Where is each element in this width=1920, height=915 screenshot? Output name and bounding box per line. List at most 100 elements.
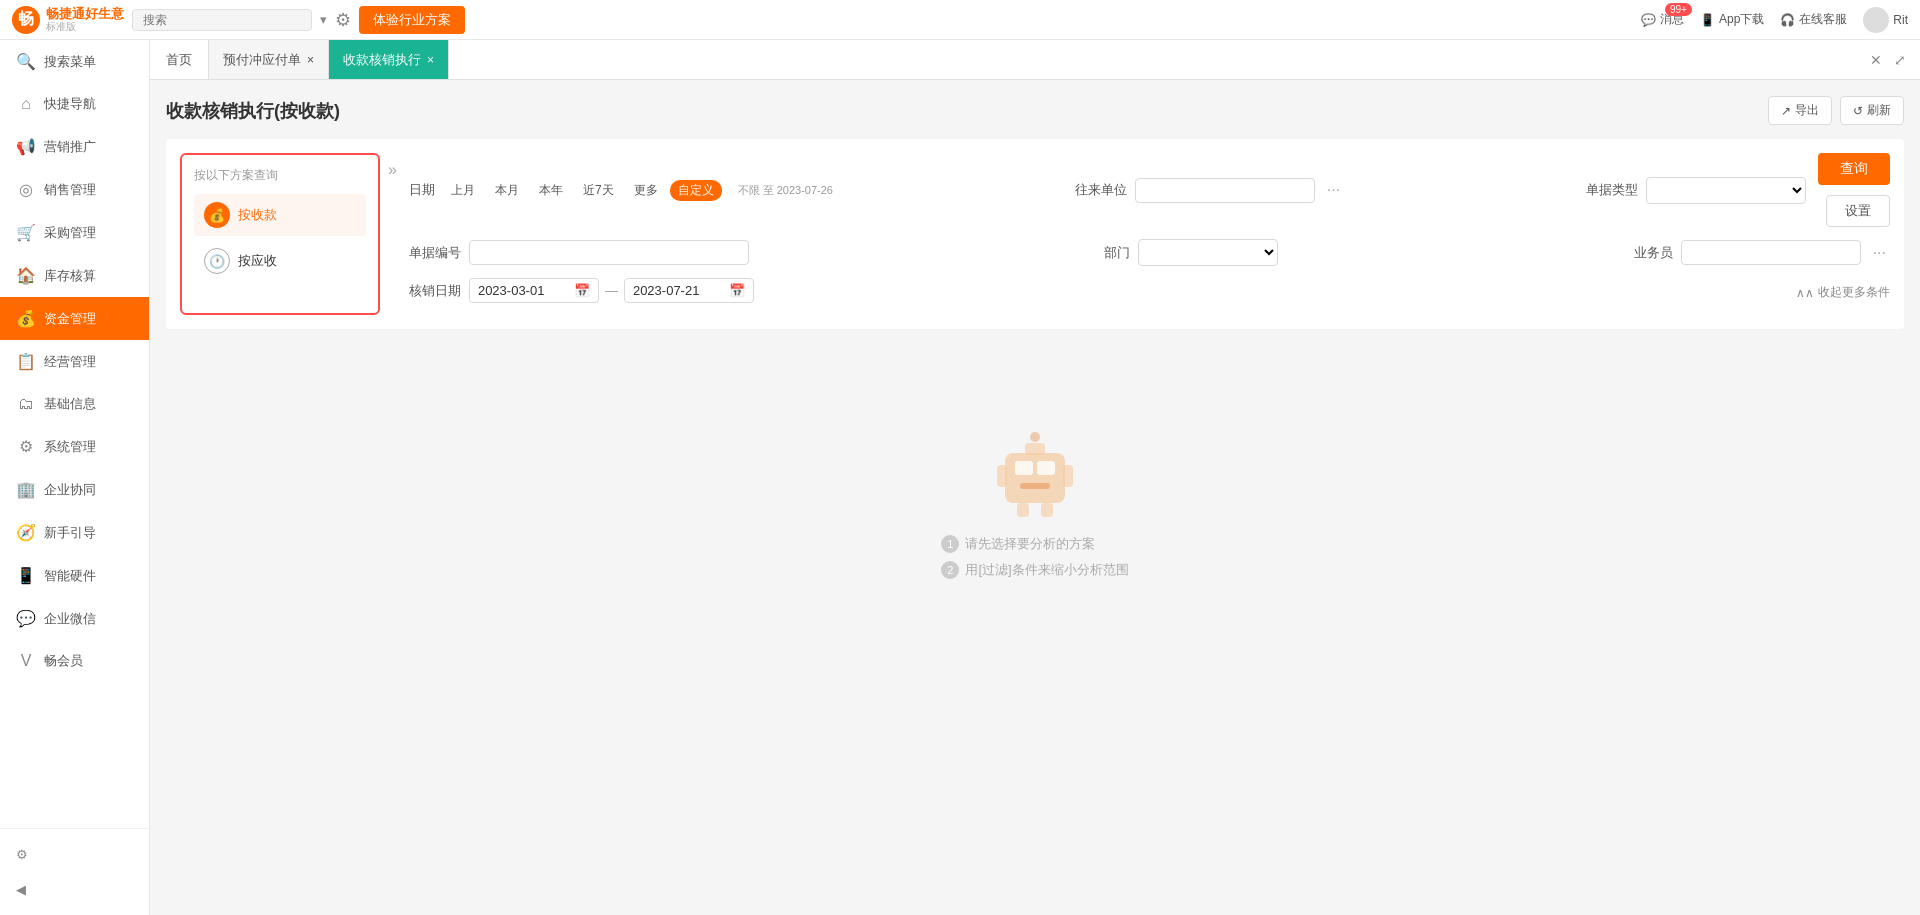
filter-collapse-left-btn[interactable]: » (388, 161, 397, 179)
tab-close-btn[interactable]: ✕ (1866, 48, 1886, 72)
counterpart-ellipsis[interactable]: ··· (1323, 181, 1344, 199)
verify-date-range: 2023-03-01 📅 — 2023-07-21 📅 (469, 278, 754, 303)
dept-field: 部门 (1104, 239, 1278, 266)
tip-num-1: 1 (941, 535, 959, 553)
dropdown-icon[interactable]: ▾ (320, 12, 327, 27)
sales-icon: ◎ (16, 180, 36, 199)
svg-rect-2 (1037, 461, 1055, 475)
doc-type-select[interactable] (1646, 177, 1806, 204)
salesperson-field: 业务员 ··· (1634, 240, 1890, 265)
user-area[interactable]: Rit (1863, 7, 1908, 33)
date-shortcuts: 上月 本月 本年 近7天 更多 自定义 (443, 180, 722, 201)
sidebar-label-member: 畅会员 (44, 652, 83, 670)
filter-option-receipt[interactable]: 💰 按收款 (194, 194, 366, 236)
filter-panel: 按以下方案查询 💰 按收款 🕐 按应收 » (166, 139, 1904, 329)
date-last-month[interactable]: 上月 (443, 180, 483, 201)
filter-option-receivable[interactable]: 🕐 按应收 (194, 240, 366, 282)
sidebar-item-wechat[interactable]: 💬 企业微信 (0, 597, 149, 640)
svg-rect-5 (1063, 465, 1073, 487)
verify-date-from[interactable]: 2023-03-01 📅 (469, 278, 599, 303)
search-input[interactable] (132, 9, 312, 31)
sidebar-settings-btn[interactable]: ⚙ (0, 837, 149, 872)
sidebar-label-base-info: 基础信息 (44, 395, 96, 413)
sidebar-item-system[interactable]: ⚙ 系统管理 (0, 425, 149, 468)
page-header: 收款核销执行(按收款) ↗ 导出 ↺ 刷新 (166, 96, 1904, 125)
sidebar-item-quick-nav[interactable]: ⌂ 快捷导航 (0, 83, 149, 125)
filter-row-3: 核销日期 2023-03-01 📅 — 2023-07-21 📅 (409, 278, 1890, 303)
date-hint: 不限 至 2023-07-26 (738, 183, 833, 198)
collapse-more-btn[interactable]: ∧∧ 收起更多条件 (1796, 284, 1890, 301)
date-this-month[interactable]: 本月 (487, 180, 527, 201)
sidebar-label-inventory: 库存核算 (44, 267, 96, 285)
sidebar-item-purchase[interactable]: 🛒 采购管理 (0, 211, 149, 254)
dept-select[interactable] (1138, 239, 1278, 266)
sidebar-label-finance: 资金管理 (44, 310, 96, 328)
tab-actions: ✕ ⤢ (1856, 48, 1920, 72)
export-button[interactable]: ↗ 导出 (1768, 96, 1832, 125)
guide-icon: 🧭 (16, 523, 36, 542)
date-more[interactable]: 更多 (626, 180, 666, 201)
sidebar-item-guide[interactable]: 🧭 新手引导 (0, 511, 149, 554)
sidebar-bottom: ⚙ ◀ (0, 828, 149, 915)
inventory-icon: 🏠 (16, 266, 36, 285)
sidebar-label-search: 搜索菜单 (44, 53, 96, 71)
doc-no-input[interactable] (469, 240, 749, 265)
date-7days[interactable]: 近7天 (575, 180, 622, 201)
sidebar-label-guide: 新手引导 (44, 524, 96, 542)
salesperson-input[interactable] (1681, 240, 1861, 265)
doc-no-label: 单据编号 (409, 244, 461, 262)
counterpart-label: 往来单位 (1075, 181, 1127, 199)
tab-prepay[interactable]: 预付冲应付单 × (209, 40, 329, 79)
tab-prepay-close[interactable]: × (307, 53, 314, 67)
query-button[interactable]: 查询 (1818, 153, 1890, 185)
sidebar-item-enterprise[interactable]: 🏢 企业协同 (0, 468, 149, 511)
tab-bar: 首页 预付冲应付单 × 收款核销执行 × ✕ ⤢ (150, 40, 1920, 80)
date-field: 日期 上月 本月 本年 近7天 更多 自定义 (409, 180, 722, 201)
date-this-year[interactable]: 本年 (531, 180, 571, 201)
query-btn-group: 查询 设置 (1818, 153, 1890, 227)
app-download-btn[interactable]: 📱 App下载 (1700, 11, 1764, 28)
sidebar-item-sales[interactable]: ◎ 销售管理 (0, 168, 149, 211)
sidebar-item-operation[interactable]: 📋 经营管理 (0, 340, 149, 383)
doc-type-label: 单据类型 (1586, 181, 1638, 199)
sidebar-label-quick-nav: 快捷导航 (44, 95, 96, 113)
gear-icon[interactable]: ⚙ (335, 9, 351, 31)
service-icon: 🎧 (1780, 13, 1795, 27)
tip-num-2: 2 (941, 561, 959, 579)
empty-illustration (975, 423, 1095, 523)
service-btn[interactable]: 🎧 在线客服 (1780, 11, 1847, 28)
sidebar-item-member[interactable]: V 畅会员 (0, 640, 149, 682)
sidebar-item-marketing[interactable]: 📢 营销推广 (0, 125, 149, 168)
tab-home[interactable]: 首页 (150, 40, 209, 79)
sidebar-item-hardware[interactable]: 📱 智能硬件 (0, 554, 149, 597)
tab-expand-btn[interactable]: ⤢ (1890, 48, 1910, 72)
enterprise-icon: 🏢 (16, 480, 36, 499)
tip-text-1: 请先选择要分析的方案 (965, 535, 1095, 553)
filter-option-receipt-label: 按收款 (238, 206, 277, 224)
dept-label: 部门 (1104, 244, 1130, 262)
collapse-icon: ◀ (16, 882, 26, 897)
sidebar-label-system: 系统管理 (44, 438, 96, 456)
counterpart-input[interactable] (1135, 178, 1315, 203)
tab-collection-close[interactable]: × (427, 53, 434, 67)
sidebar-item-search[interactable]: 🔍 搜索菜单 (0, 40, 149, 83)
sidebar-collapse-btn[interactable]: ◀ (0, 872, 149, 907)
avatar (1863, 7, 1889, 33)
verify-date-label: 核销日期 (409, 282, 461, 300)
message-btn[interactable]: 💬 消息 99+ (1641, 11, 1684, 28)
tab-collection[interactable]: 收款核销执行 × (329, 40, 449, 79)
sidebar-item-inventory[interactable]: 🏠 库存核算 (0, 254, 149, 297)
industry-button[interactable]: 体验行业方案 (359, 6, 465, 34)
sidebar-item-finance[interactable]: 💰 资金管理 (0, 297, 149, 340)
sidebar-label-marketing: 营销推广 (44, 138, 96, 156)
purchase-icon: 🛒 (16, 223, 36, 242)
verify-date-to[interactable]: 2023-07-21 📅 (624, 278, 754, 303)
brand-name: 畅捷通好生意 (46, 6, 124, 22)
set-button[interactable]: 设置 (1826, 195, 1890, 227)
date-custom[interactable]: 自定义 (670, 180, 722, 201)
search-icon: 🔍 (16, 52, 36, 71)
sidebar-item-base-info[interactable]: 🗂 基础信息 (0, 383, 149, 425)
refresh-button[interactable]: ↺ 刷新 (1840, 96, 1904, 125)
salesperson-ellipsis[interactable]: ··· (1869, 244, 1890, 262)
counterpart-field: 往来单位 ··· (1075, 178, 1344, 203)
